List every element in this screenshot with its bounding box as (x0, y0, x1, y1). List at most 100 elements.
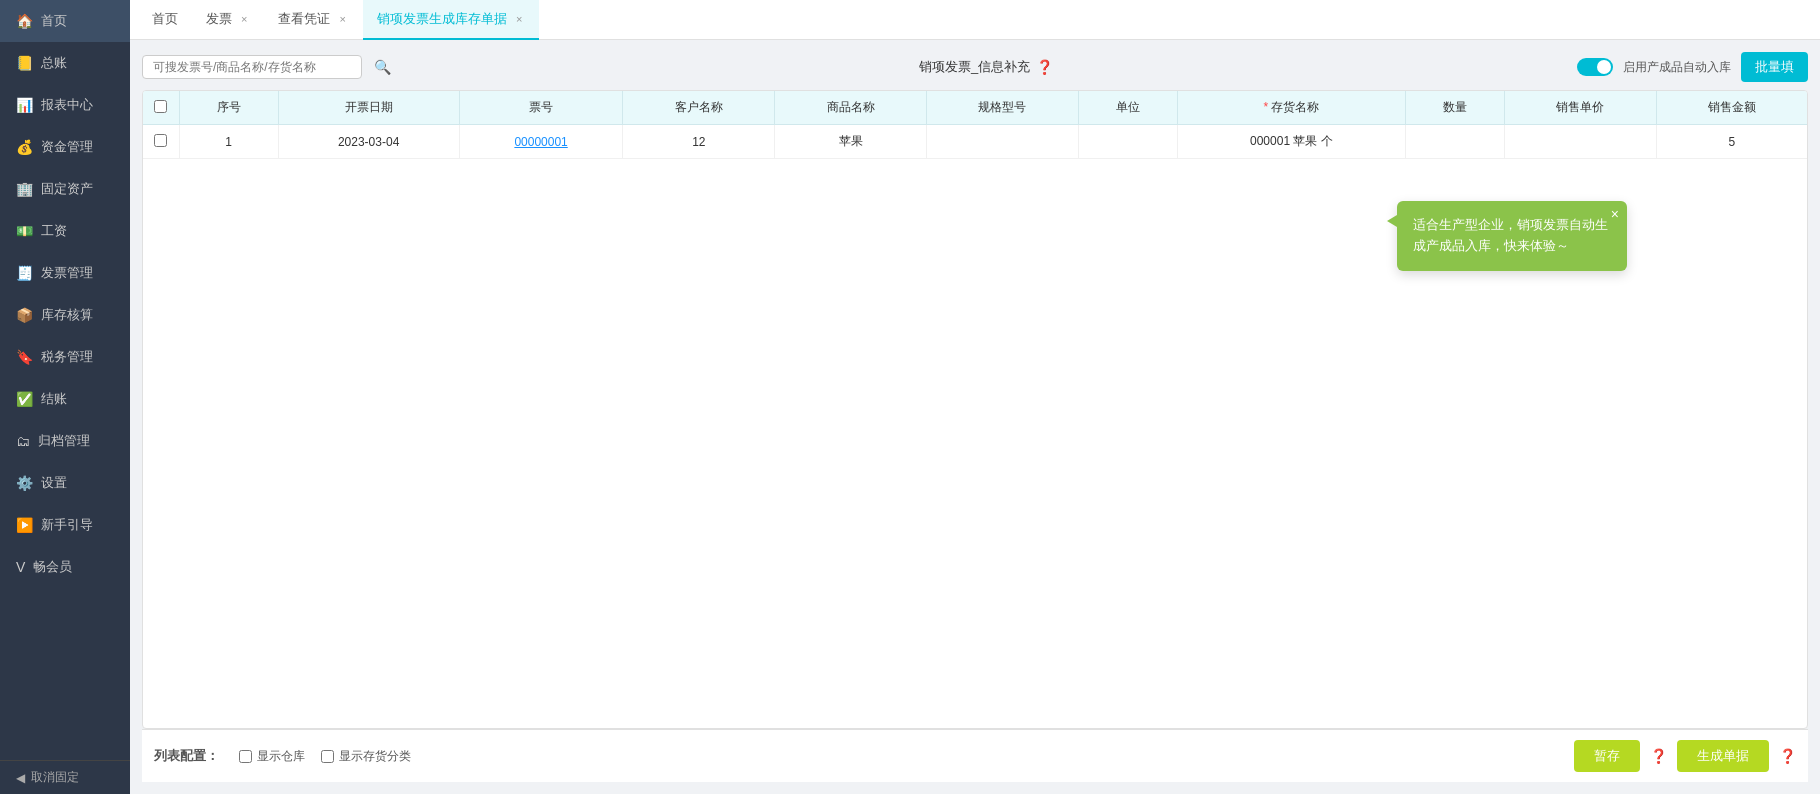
search-button[interactable]: 🔍 (370, 55, 395, 79)
sidebar-item-label: 畅会员 (33, 558, 72, 576)
generate-button[interactable]: 生成单据 (1677, 740, 1769, 772)
sidebar-item-close[interactable]: ✅ 结账 (0, 378, 130, 420)
save-help-icon[interactable]: ❓ (1650, 748, 1667, 764)
header-model: 规格型号 (927, 91, 1079, 125)
info-help-icon[interactable]: ❓ (1036, 59, 1053, 75)
sidebar-item-archive[interactable]: 🗂 归档管理 (0, 420, 130, 462)
row-inventory: 000001 苹果 个 (1177, 125, 1405, 159)
save-button[interactable]: 暂存 (1574, 740, 1640, 772)
show-warehouse-label: 显示仓库 (257, 748, 305, 765)
header-no: 票号 (459, 91, 623, 125)
table-row: 1 2023-03-04 00000001 12 苹果 000001 苹果 个 … (143, 125, 1807, 159)
sidebar-item-label: 归档管理 (38, 432, 90, 450)
sidebar-item-label: 新手引导 (41, 516, 93, 534)
funds-icon: 💰 (16, 139, 33, 155)
toggle-label: 启用产成品自动入库 (1623, 59, 1731, 76)
salary-icon: 💵 (16, 223, 33, 239)
table-header-row: 序号 开票日期 票号 客户名称 商品名称 规格型号 单位 * 存货名称 数量 销… (143, 91, 1807, 125)
row-product: 苹果 (775, 125, 927, 159)
table-body: 1 2023-03-04 00000001 12 苹果 000001 苹果 个 … (143, 125, 1807, 159)
show-category-input[interactable] (321, 750, 334, 763)
show-category-checkbox[interactable]: 显示存货分类 (321, 748, 411, 765)
tab-home-label: 首页 (152, 10, 178, 28)
tab-home[interactable]: 首页 (138, 0, 192, 40)
sidebar-item-label: 报表中心 (41, 96, 93, 114)
home-icon: 🏠 (16, 13, 33, 29)
assets-icon: 🏢 (16, 181, 33, 197)
sidebar: 🏠 首页 📒 总账 📊 报表中心 💰 资金管理 🏢 固定资产 💵 工资 🧾 发票… (0, 0, 130, 794)
tab-main-close[interactable]: × (513, 12, 525, 26)
sidebar-item-inventory[interactable]: 📦 库存核算 (0, 294, 130, 336)
info-label: 销项发票_信息补充 (919, 58, 1030, 76)
tab-invoice[interactable]: 发票 × (192, 0, 264, 40)
row-no-link[interactable]: 00000001 (514, 135, 567, 149)
sidebar-item-funds[interactable]: 💰 资金管理 (0, 126, 130, 168)
sidebar-item-ledger[interactable]: 📒 总账 (0, 42, 130, 84)
sidebar-item-label: 总账 (41, 54, 67, 72)
row-unit (1078, 125, 1177, 159)
tooltip-text: 适合生产型企业，销项发票自动生成产成品入库，快来体验～ (1413, 217, 1608, 253)
header-qty: 数量 (1405, 91, 1504, 125)
sidebar-item-home[interactable]: 🏠 首页 (0, 0, 130, 42)
tab-invoice-label: 发票 (206, 10, 232, 28)
tab-invoice-close[interactable]: × (238, 12, 250, 26)
header-customer: 客户名称 (623, 91, 775, 125)
sidebar-item-invoice[interactable]: 🧾 发票管理 (0, 252, 130, 294)
sidebar-item-settings[interactable]: ⚙️ 设置 (0, 462, 130, 504)
row-qty (1405, 125, 1504, 159)
unpin-label: 取消固定 (31, 769, 79, 786)
data-table: 序号 开票日期 票号 客户名称 商品名称 规格型号 单位 * 存货名称 数量 销… (143, 91, 1807, 159)
auto-storage-toggle[interactable] (1577, 58, 1613, 76)
unpin-button[interactable]: ◀ 取消固定 (0, 760, 130, 794)
sidebar-item-guide[interactable]: ▶️ 新手引导 (0, 504, 130, 546)
tab-voucher[interactable]: 查看凭证 × (264, 0, 362, 40)
row-date: 2023-03-04 (278, 125, 459, 159)
footer: 列表配置： 显示仓库 显示存货分类 暂存 ❓ 生成单据 ❓ (142, 729, 1808, 782)
row-checkbox-cell (143, 125, 179, 159)
sidebar-item-tax[interactable]: 🔖 税务管理 (0, 336, 130, 378)
header-date: 开票日期 (278, 91, 459, 125)
row-checkbox[interactable] (154, 134, 167, 147)
row-no: 00000001 (459, 125, 623, 159)
row-customer: 12 (623, 125, 775, 159)
footer-actions: 暂存 ❓ 生成单据 ❓ (1574, 740, 1796, 772)
show-category-label: 显示存货分类 (339, 748, 411, 765)
select-all-checkbox[interactable] (154, 100, 167, 113)
close-acct-icon: ✅ (16, 391, 33, 407)
sidebar-item-label: 税务管理 (41, 348, 93, 366)
sidebar-item-label: 结账 (41, 390, 67, 408)
toolbar-center: 销项发票_信息补充 ❓ (919, 58, 1053, 76)
settings-icon: ⚙️ (16, 475, 33, 491)
sidebar-item-label: 设置 (41, 474, 67, 492)
generate-help-icon[interactable]: ❓ (1779, 748, 1796, 764)
batch-fill-button[interactable]: 批量填 (1741, 52, 1808, 82)
sidebar-item-reports[interactable]: 📊 报表中心 (0, 84, 130, 126)
sidebar-item-label: 工资 (41, 222, 67, 240)
toolbar: 🔍 销项发票_信息补充 ❓ 启用产成品自动入库 批量填 (142, 52, 1808, 82)
sidebar-item-assets[interactable]: 🏢 固定资产 (0, 168, 130, 210)
header-unit: 单位 (1078, 91, 1177, 125)
tabs-bar: 首页 发票 × 查看凭证 × 销项发票生成库存单据 × (130, 0, 1820, 40)
sidebar-item-member[interactable]: V 畅会员 (0, 546, 130, 588)
show-warehouse-checkbox[interactable]: 显示仓库 (239, 748, 305, 765)
toolbar-right: 启用产成品自动入库 批量填 (1577, 52, 1808, 82)
sidebar-item-salary[interactable]: 💵 工资 (0, 210, 130, 252)
tooltip-popup: × 适合生产型企业，销项发票自动生成产成品入库，快来体验～ (1397, 201, 1627, 271)
show-warehouse-input[interactable] (239, 750, 252, 763)
tab-voucher-close[interactable]: × (336, 12, 348, 26)
header-inventory: * 存货名称 (1177, 91, 1405, 125)
search-input[interactable] (142, 55, 362, 79)
header-price: 销售单价 (1504, 91, 1656, 125)
tab-voucher-label: 查看凭证 (278, 10, 330, 28)
sidebar-item-label: 发票管理 (41, 264, 93, 282)
main-content: 首页 发票 × 查看凭证 × 销项发票生成库存单据 × 🔍 销项发票_信息补充 … (130, 0, 1820, 794)
header-product: 商品名称 (775, 91, 927, 125)
tab-main[interactable]: 销项发票生成库存单据 × (363, 0, 539, 40)
invoice-icon: 🧾 (16, 265, 33, 281)
sidebar-item-label: 首页 (41, 12, 67, 30)
guide-icon: ▶️ (16, 517, 33, 533)
tooltip-close-button[interactable]: × (1611, 207, 1619, 221)
sidebar-item-label: 固定资产 (41, 180, 93, 198)
sidebar-item-label: 库存核算 (41, 306, 93, 324)
header-seq: 序号 (179, 91, 278, 125)
